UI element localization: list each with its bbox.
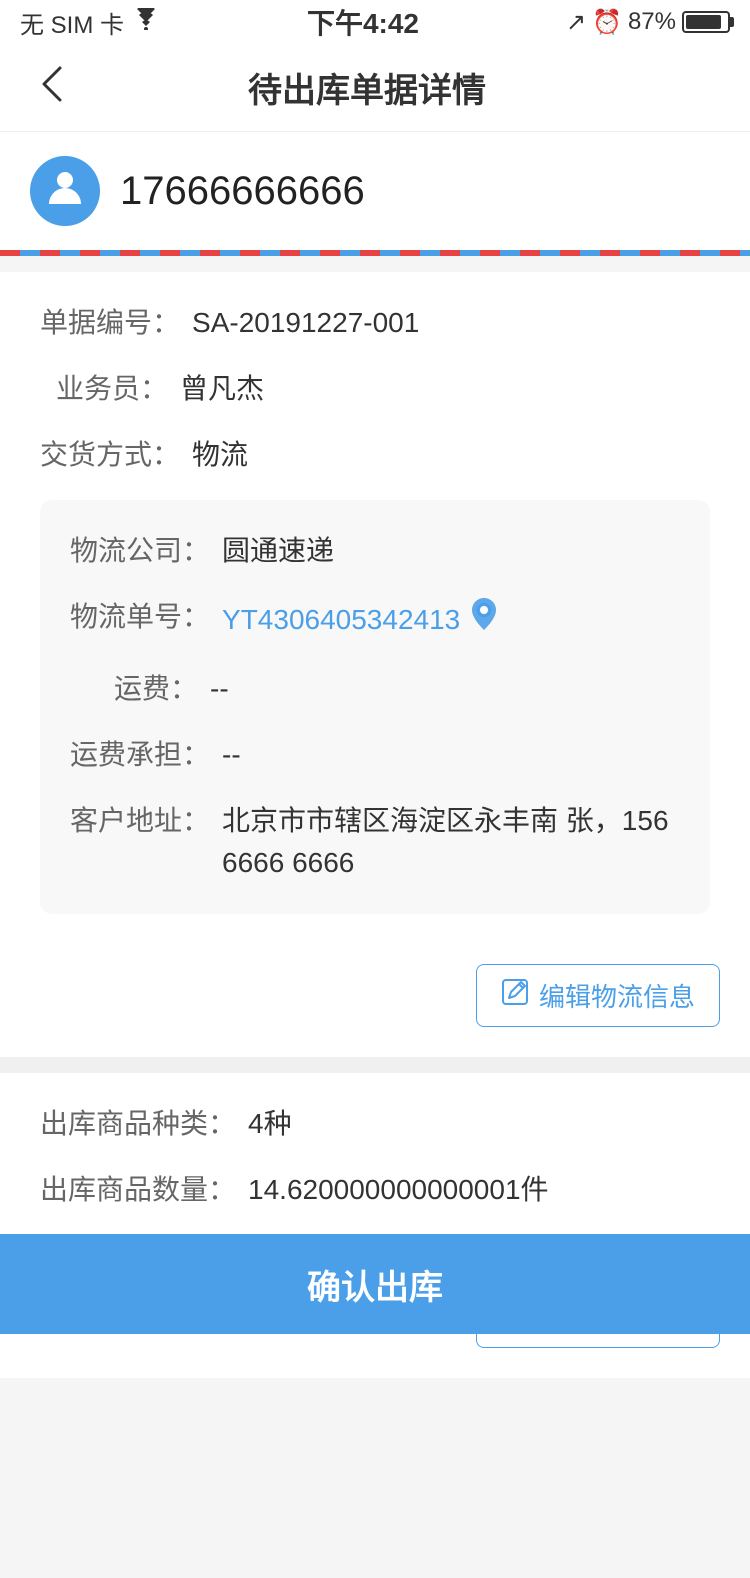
logistics-company-label: 物流公司： <box>70 530 222 572</box>
tracking-number-label: 物流单号： <box>70 596 222 638</box>
edit-logistics-button[interactable]: 编辑物流信息 <box>476 964 720 1027</box>
goods-quantity-value: 14.620000000000001件 <box>248 1169 710 1211</box>
address-row: 客户地址： 北京市市辖区海淀区永丰南 张，156 6666 6666 <box>70 800 680 884</box>
document-number-value: SA-20191227-001 <box>192 302 710 344</box>
page-title: 待出库单据详情 <box>74 63 660 112</box>
edit-icon <box>501 978 529 1013</box>
section-separator <box>0 1057 750 1073</box>
location-icon[interactable] <box>468 596 500 644</box>
sales-rep-value: 曾凡杰 <box>180 368 710 410</box>
confirm-label: 确认出库 <box>307 1260 443 1309</box>
order-info-section: 单据编号： SA-20191227-001 业务员： 曾凡杰 交货方式： 物流 … <box>0 272 750 944</box>
delivery-method-value: 物流 <box>192 434 710 476</box>
goods-type-row: 出库商品种类： 4种 <box>40 1103 710 1145</box>
freight-bearer-row: 运费承担： -- <box>70 734 680 776</box>
goods-type-value: 4种 <box>248 1103 710 1145</box>
logistics-company-row: 物流公司： 圆通速递 <box>70 530 680 572</box>
delivery-method-row: 交货方式： 物流 <box>40 434 710 476</box>
goods-quantity-label: 出库商品数量： <box>40 1169 248 1211</box>
bottom-spacer <box>0 1378 750 1478</box>
logistics-company-value: 圆通速递 <box>222 530 680 572</box>
avatar <box>30 156 100 226</box>
tracking-number-row: 物流单号： YT4306405342413 <box>70 596 680 644</box>
freight-row: 运费： -- <box>70 668 680 710</box>
delivery-method-label: 交货方式： <box>40 434 192 476</box>
battery-indicator <box>682 11 730 33</box>
edit-logistics-label: 编辑物流信息 <box>539 977 695 1014</box>
person-icon <box>45 166 85 216</box>
document-number-row: 单据编号： SA-20191227-001 <box>40 302 710 344</box>
freight-value: -- <box>210 668 680 710</box>
status-right: ↗ ⏰ 87% <box>566 8 730 37</box>
document-number-label: 单据编号： <box>40 302 192 344</box>
sales-rep-row: 业务员： 曾凡杰 <box>40 368 710 410</box>
goods-type-label: 出库商品种类： <box>40 1103 248 1145</box>
wifi-icon <box>132 8 160 37</box>
nav-bar: 待出库单据详情 <box>0 44 750 132</box>
freight-bearer-value: -- <box>222 734 680 776</box>
customer-phone: 17666666666 <box>120 169 365 214</box>
address-label: 客户地址： <box>70 800 222 842</box>
status-time: 下午4:42 <box>307 2 419 42</box>
tracking-number-value[interactable]: YT4306405342413 <box>222 596 680 644</box>
status-left: 无 SIM 卡 <box>20 5 160 40</box>
sales-rep-label: 业务员： <box>40 368 180 410</box>
location-status-icon: ↗ <box>566 8 586 37</box>
edit-button-row: 编辑物流信息 <box>0 944 750 1057</box>
freight-label: 运费： <box>70 668 210 710</box>
alarm-icon: ⏰ <box>592 8 622 37</box>
dashed-separator <box>0 250 750 256</box>
address-value: 北京市市辖区海淀区永丰南 张，156 6666 6666 <box>222 800 680 884</box>
logistics-card: 物流公司： 圆通速递 物流单号： YT4306405342413 <box>40 500 710 914</box>
back-button[interactable] <box>30 54 74 121</box>
freight-bearer-label: 运费承担： <box>70 734 222 776</box>
customer-section: 17666666666 <box>0 132 750 250</box>
carrier-label: 无 SIM 卡 <box>20 5 124 40</box>
confirm-button[interactable]: 确认出库 <box>0 1234 750 1334</box>
goods-quantity-row: 出库商品数量： 14.620000000000001件 <box>40 1169 710 1211</box>
status-bar: 无 SIM 卡 下午4:42 ↗ ⏰ 87% <box>0 0 750 44</box>
battery-percent: 87% <box>628 8 676 36</box>
